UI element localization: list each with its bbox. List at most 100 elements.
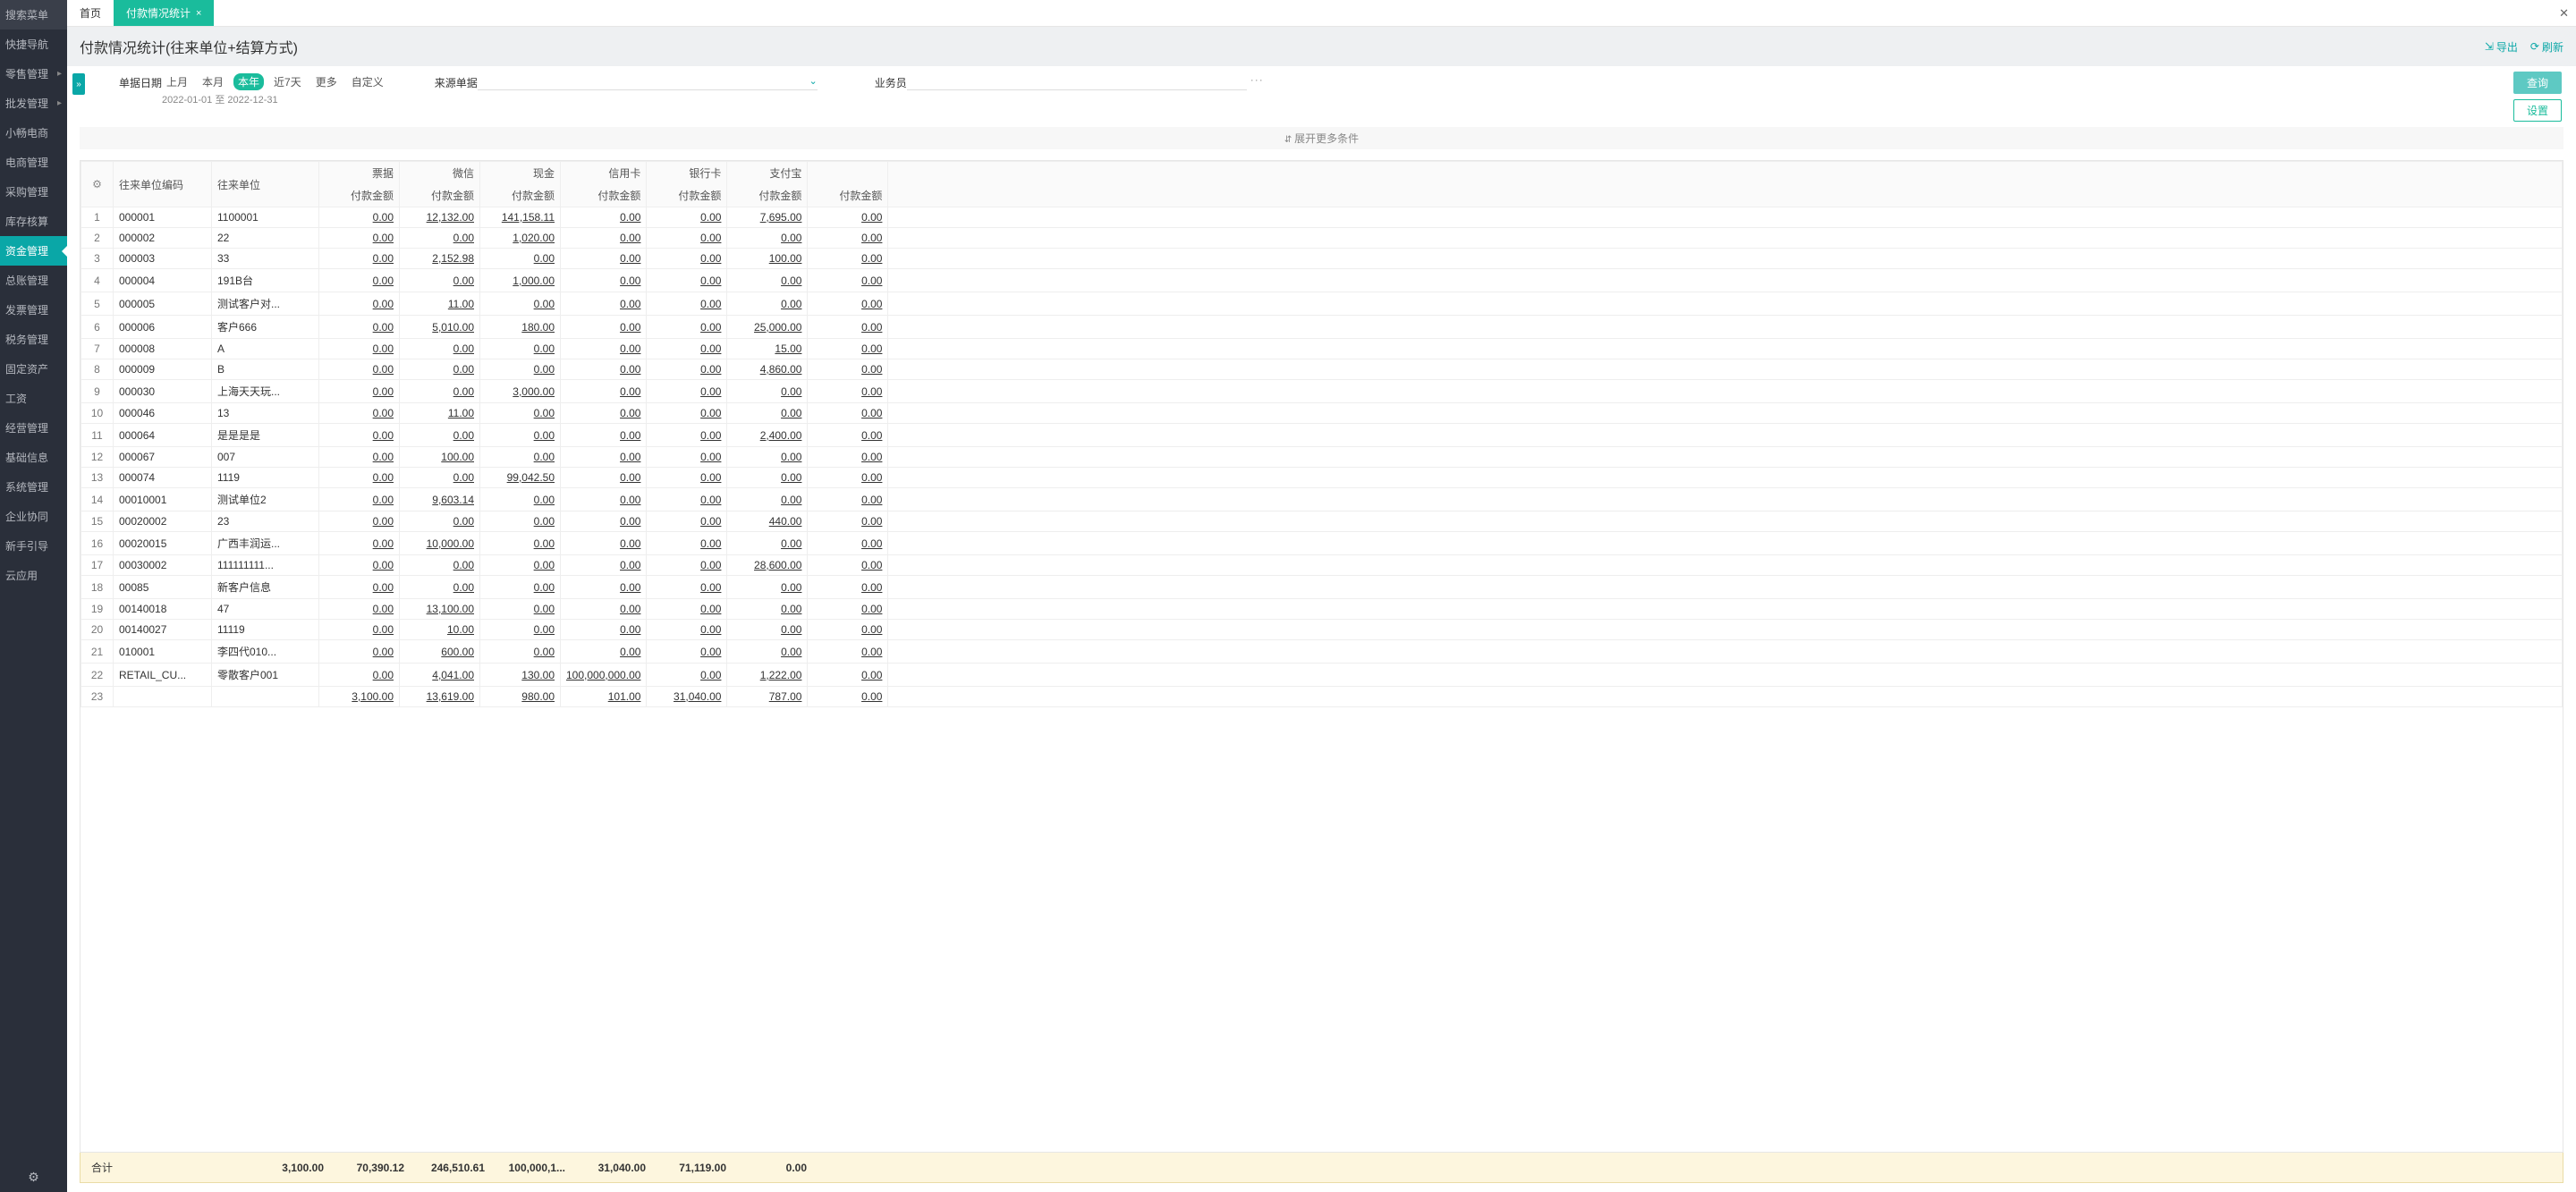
amount-link[interactable]: 0.00 xyxy=(861,581,882,594)
amount-link[interactable]: 0.00 xyxy=(534,559,555,571)
amount-link[interactable]: 0.00 xyxy=(373,559,394,571)
amount-link[interactable]: 9,603.14 xyxy=(432,494,474,506)
sidebar-item[interactable]: 总账管理 xyxy=(0,266,67,295)
amount-link[interactable]: 0.00 xyxy=(620,211,640,224)
tabs-close-all-icon[interactable]: ✕ xyxy=(2552,6,2576,21)
date-option[interactable]: 更多 xyxy=(311,73,342,90)
amount-link[interactable]: 0.00 xyxy=(373,603,394,615)
amount-link[interactable]: 0.00 xyxy=(373,646,394,658)
amount-link[interactable]: 0.00 xyxy=(861,407,882,419)
amount-link[interactable]: 0.00 xyxy=(861,275,882,287)
amount-link[interactable]: 0.00 xyxy=(781,451,801,463)
amount-link[interactable]: 0.00 xyxy=(700,471,721,484)
amount-link[interactable]: 0.00 xyxy=(373,623,394,636)
amount-link[interactable]: 0.00 xyxy=(373,252,394,265)
amount-link[interactable]: 0.00 xyxy=(534,407,555,419)
amount-link[interactable]: 4,860.00 xyxy=(760,363,802,376)
amount-link[interactable]: 0.00 xyxy=(620,603,640,615)
tab-home[interactable]: 首页 xyxy=(67,0,114,26)
amount-link[interactable]: 0.00 xyxy=(373,385,394,398)
amount-link[interactable]: 0.00 xyxy=(861,342,882,355)
sales-input[interactable] xyxy=(907,73,1247,90)
amount-link[interactable]: 0.00 xyxy=(861,232,882,244)
amount-link[interactable]: 0.00 xyxy=(373,211,394,224)
amount-link[interactable]: 1,000.00 xyxy=(513,275,555,287)
sidebar-item[interactable]: 经营管理 xyxy=(0,413,67,443)
amount-link[interactable]: 141,158.11 xyxy=(502,211,555,224)
amount-link[interactable]: 0.00 xyxy=(620,363,640,376)
amount-link[interactable]: 130.00 xyxy=(521,669,555,681)
amount-link[interactable]: 0.00 xyxy=(620,471,640,484)
amount-link[interactable]: 0.00 xyxy=(534,451,555,463)
amount-link[interactable]: 0.00 xyxy=(700,669,721,681)
amount-link[interactable]: 0.00 xyxy=(620,451,640,463)
column-sub-header[interactable]: 付款金额 xyxy=(561,184,647,207)
amount-link[interactable]: 10.00 xyxy=(447,623,474,636)
amount-link[interactable]: 0.00 xyxy=(781,494,801,506)
amount-link[interactable]: 0.00 xyxy=(700,211,721,224)
sidebar-item[interactable]: 库存核算 xyxy=(0,207,67,236)
table-row[interactable]: 8000009B0.000.000.000.000.004,860.000.00 xyxy=(81,359,2563,380)
amount-link[interactable]: 0.00 xyxy=(700,275,721,287)
amount-link[interactable]: 0.00 xyxy=(781,471,801,484)
amount-link[interactable]: 0.00 xyxy=(453,385,474,398)
table-row[interactable]: 120000670070.00100.000.000.000.000.000.0… xyxy=(81,447,2563,468)
collapse-handle[interactable]: » xyxy=(72,73,85,95)
column-sub-header[interactable]: 付款金额 xyxy=(480,184,561,207)
table-row[interactable]: 7000008A0.000.000.000.000.0015.000.00 xyxy=(81,339,2563,359)
amount-link[interactable]: 980.00 xyxy=(521,690,555,703)
amount-link[interactable]: 0.00 xyxy=(861,429,882,442)
amount-link[interactable]: 0.00 xyxy=(781,537,801,550)
amount-link[interactable]: 0.00 xyxy=(534,429,555,442)
amount-link[interactable]: 0.00 xyxy=(700,623,721,636)
amount-link[interactable]: 0.00 xyxy=(861,537,882,550)
table-row[interactable]: 1600020015广西丰润运...0.0010,000.000.000.000… xyxy=(81,532,2563,555)
table-row[interactable]: 21010001李四代010...0.00600.000.000.000.000… xyxy=(81,640,2563,664)
amount-link[interactable]: 0.00 xyxy=(620,559,640,571)
amount-link[interactable]: 0.00 xyxy=(861,646,882,658)
table-row[interactable]: 6000006客户6660.005,010.00180.000.000.0025… xyxy=(81,316,2563,339)
amount-link[interactable]: 12,132.00 xyxy=(427,211,474,224)
table-row[interactable]: 1300007411190.000.0099,042.500.000.000.0… xyxy=(81,468,2563,488)
amount-link[interactable]: 0.00 xyxy=(534,537,555,550)
amount-link[interactable]: 0.00 xyxy=(534,646,555,658)
sidebar-item[interactable]: 搜索菜单 xyxy=(0,0,67,30)
amount-link[interactable]: 0.00 xyxy=(781,298,801,310)
table-row[interactable]: 100000111000010.0012,132.00141,158.110.0… xyxy=(81,207,2563,228)
amount-link[interactable]: 2,152.98 xyxy=(432,252,474,265)
amount-link[interactable]: 0.00 xyxy=(534,603,555,615)
amount-link[interactable]: 0.00 xyxy=(700,581,721,594)
amount-link[interactable]: 0.00 xyxy=(534,581,555,594)
amount-link[interactable]: 99,042.50 xyxy=(507,471,555,484)
amount-link[interactable]: 0.00 xyxy=(781,232,801,244)
amount-link[interactable]: 0.00 xyxy=(861,471,882,484)
amount-link[interactable]: 0.00 xyxy=(861,690,882,703)
amount-link[interactable]: 2,400.00 xyxy=(760,429,802,442)
amount-link[interactable]: 1,020.00 xyxy=(513,232,555,244)
sidebar-item[interactable]: 小畅电商 xyxy=(0,118,67,148)
amount-link[interactable]: 11.00 xyxy=(448,298,474,310)
table-row[interactable]: 2000140027111190.0010.000.000.000.000.00… xyxy=(81,620,2563,640)
table-row[interactable]: 1800085新客户信息0.000.000.000.000.000.000.00 xyxy=(81,576,2563,599)
amount-link[interactable]: 0.00 xyxy=(861,494,882,506)
table-row[interactable]: 10000046130.0011.000.000.000.000.000.00 xyxy=(81,403,2563,424)
amount-link[interactable]: 0.00 xyxy=(700,537,721,550)
amount-link[interactable]: 0.00 xyxy=(373,471,394,484)
amount-link[interactable]: 0.00 xyxy=(620,494,640,506)
amount-link[interactable]: 0.00 xyxy=(861,623,882,636)
amount-link[interactable]: 0.00 xyxy=(373,494,394,506)
table-row[interactable]: 22RETAIL_CU...零散客户0010.004,041.00130.001… xyxy=(81,664,2563,687)
date-option[interactable]: 本月 xyxy=(198,73,228,90)
amount-link[interactable]: 0.00 xyxy=(861,211,882,224)
table-row[interactable]: 3000003330.002,152.980.000.000.00100.000… xyxy=(81,249,2563,269)
amount-link[interactable]: 100,000,000.00 xyxy=(566,669,640,681)
sidebar-item[interactable]: 税务管理 xyxy=(0,325,67,354)
column-sub-header[interactable]: 付款金额 xyxy=(727,184,808,207)
amount-link[interactable]: 0.00 xyxy=(453,232,474,244)
amount-link[interactable]: 1,222.00 xyxy=(760,669,802,681)
amount-link[interactable]: 0.00 xyxy=(620,407,640,419)
sidebar-item[interactable]: 云应用 xyxy=(0,561,67,590)
sidebar-item[interactable]: 系统管理 xyxy=(0,472,67,502)
amount-link[interactable]: 0.00 xyxy=(453,429,474,442)
amount-link[interactable]: 0.00 xyxy=(861,385,882,398)
